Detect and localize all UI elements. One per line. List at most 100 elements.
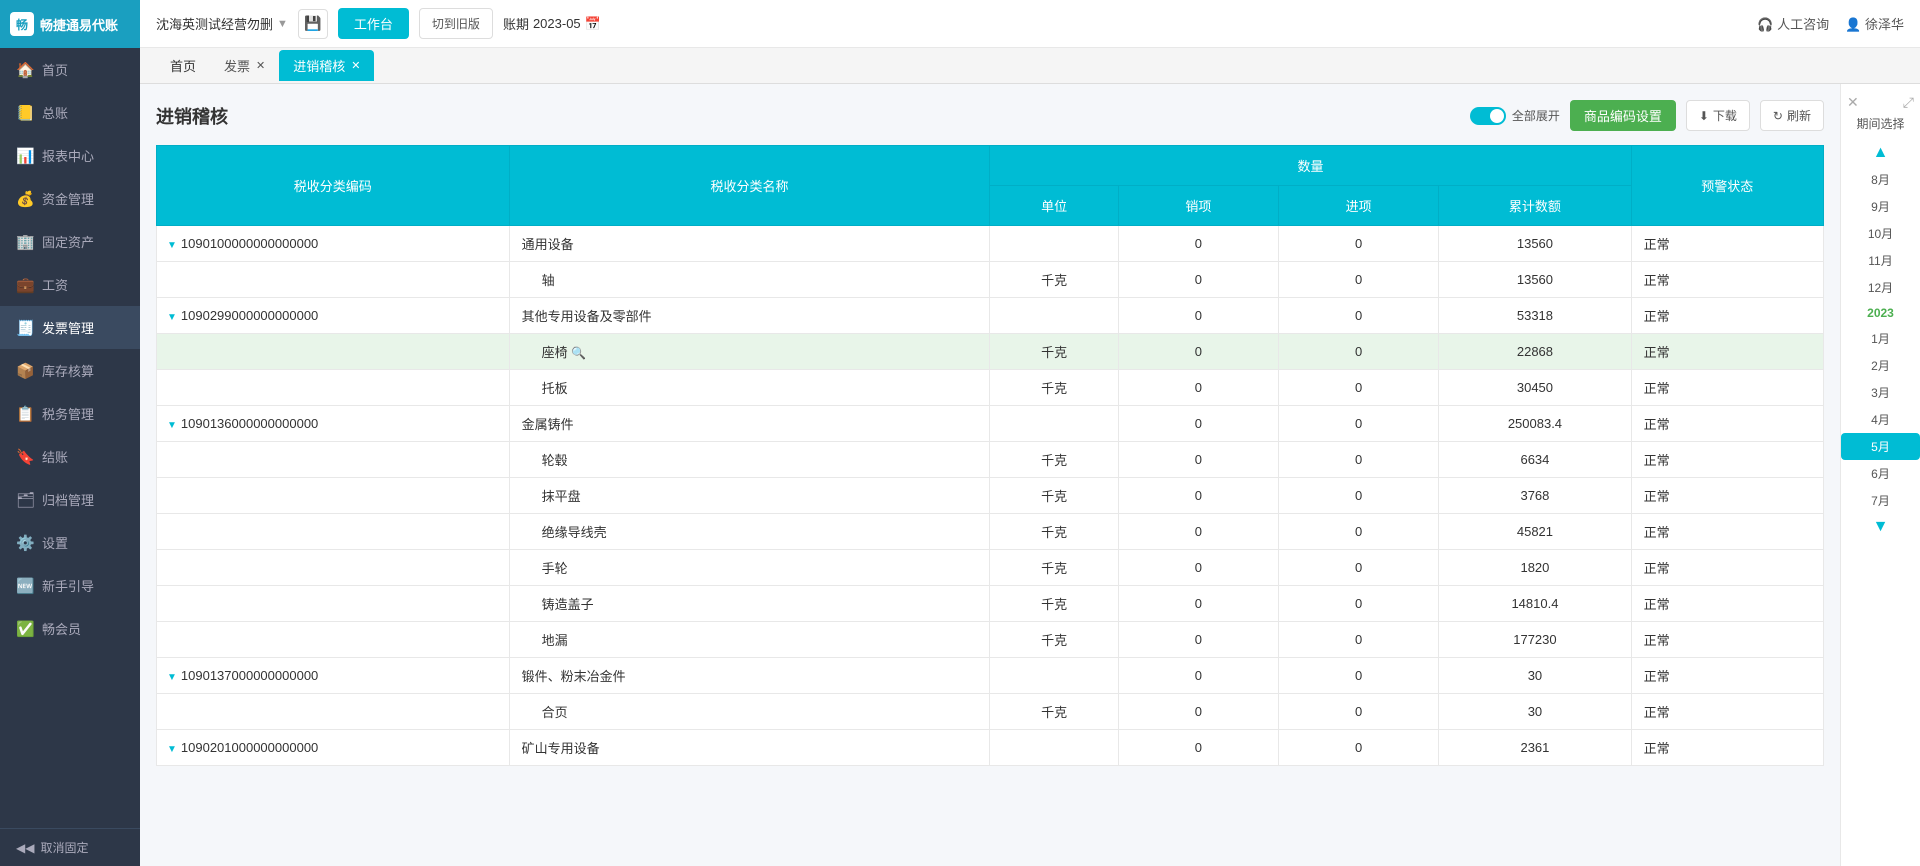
collapse-icon[interactable]: ▼: [167, 744, 177, 755]
col-purchase: 进项: [1278, 186, 1438, 226]
salary-icon: 💼: [16, 276, 34, 294]
sidebar-item-reports[interactable]: 📊 报表中心: [0, 134, 140, 177]
collapse-icon[interactable]: ▼: [167, 672, 177, 683]
cell-unit: 千克: [990, 586, 1118, 622]
support-button[interactable]: 🎧 人工咨询: [1757, 14, 1829, 33]
expand-panel-button[interactable]: ⤢: [1903, 94, 1914, 111]
col-tax-name: 税收分类名称: [509, 146, 990, 226]
period-month-item[interactable]: 10月: [1841, 220, 1920, 247]
cell-warning: 正常: [1631, 442, 1823, 478]
cell-total: 14810.4: [1439, 586, 1631, 622]
sidebar-item-label: 总账: [42, 103, 68, 122]
pin-button[interactable]: ◀◀ 取消固定: [0, 828, 140, 866]
tab-invoice-close-icon[interactable]: ✕: [256, 59, 265, 72]
tab-reconcile-close-icon[interactable]: ✕: [351, 59, 360, 72]
close-panel-button[interactable]: ✕: [1847, 94, 1859, 111]
cell-purchase: 0: [1278, 514, 1438, 550]
cell-unit: 千克: [990, 262, 1118, 298]
sidebar-item-label: 固定资产: [42, 232, 94, 251]
period-month-item[interactable]: 1月: [1841, 325, 1920, 352]
sidebar-item-label: 首页: [42, 60, 68, 79]
cell-tax-name: 抹平盘: [509, 478, 990, 514]
sidebar-item-salary[interactable]: 💼 工资: [0, 263, 140, 306]
table-row: ▼1090100000000000000 通用设备 0 0 13560 正常: [157, 226, 1824, 262]
search-icon[interactable]: 🔍: [571, 346, 586, 360]
sidebar-item-archive[interactable]: 🗂 归档管理: [0, 478, 140, 521]
toggle-all-switch[interactable]: [1470, 107, 1506, 125]
invoice-icon: 🧾: [16, 319, 34, 337]
company-selector[interactable]: 沈海英测试经营勿删 ▼: [156, 14, 288, 33]
period-month-item[interactable]: 5月: [1841, 433, 1920, 460]
tab-reconcile[interactable]: 进销稽核 ✕: [279, 50, 374, 81]
cell-sales: 0: [1118, 298, 1278, 334]
sidebar-item-ledger[interactable]: 📒 总账: [0, 91, 140, 134]
product-code-btn[interactable]: 商品编码设置: [1570, 100, 1676, 131]
sidebar-item-inventory[interactable]: 📦 库存核算: [0, 349, 140, 392]
panel-down-icon[interactable]: ▼: [1869, 514, 1893, 540]
cell-tax-code: [157, 370, 510, 406]
cell-sales: 0: [1118, 226, 1278, 262]
cell-tax-name: 通用设备: [509, 226, 990, 262]
workbench-button[interactable]: 工作台: [338, 8, 409, 39]
toggle-all-label: 全部展开: [1512, 107, 1560, 124]
cell-sales: 0: [1118, 442, 1278, 478]
collapse-icon[interactable]: ▼: [167, 312, 177, 323]
oldver-button[interactable]: 切到旧版: [419, 8, 493, 39]
user-profile[interactable]: 👤 徐泽华: [1845, 14, 1904, 33]
period-month-item[interactable]: 9月: [1841, 193, 1920, 220]
tab-home[interactable]: 首页: [156, 50, 210, 81]
period-month-item[interactable]: 4月: [1841, 406, 1920, 433]
cell-tax-code: ▼1090136000000000000: [157, 406, 510, 442]
cell-total: 53318: [1439, 298, 1631, 334]
sidebar-item-label: 报表中心: [42, 146, 94, 165]
refresh-icon: ↻: [1773, 109, 1783, 123]
download-label: 下载: [1713, 107, 1737, 124]
cell-unit: 千克: [990, 370, 1118, 406]
cell-tax-name: 地漏: [509, 622, 990, 658]
sidebar-item-funds[interactable]: 💰 资金管理: [0, 177, 140, 220]
cell-warning: 正常: [1631, 298, 1823, 334]
sidebar: 畅 畅捷通易代账 🏠 首页 📒 总账 📊 报表中心 💰 资金管理 🏢 固定资产 …: [0, 0, 140, 866]
refresh-btn[interactable]: ↻ 刷新: [1760, 100, 1824, 131]
period-month-item[interactable]: 7月: [1841, 487, 1920, 514]
sidebar-item-guide[interactable]: 🆕 新手引导: [0, 564, 140, 607]
cell-unit: 千克: [990, 622, 1118, 658]
sidebar-item-settings[interactable]: ⚙️ 设置: [0, 521, 140, 564]
cell-tax-code: ▼1090299000000000000: [157, 298, 510, 334]
period-month-item[interactable]: 8月: [1841, 166, 1920, 193]
ledger-icon: 📒: [16, 104, 34, 122]
sidebar-item-label: 工资: [42, 275, 68, 294]
cell-warning: 正常: [1631, 586, 1823, 622]
table-row: 绝缘导线壳 千克 0 0 45821 正常: [157, 514, 1824, 550]
period-month-item[interactable]: 2月: [1841, 352, 1920, 379]
cell-tax-code: ▼1090100000000000000: [157, 226, 510, 262]
sidebar-item-tax[interactable]: 📋 税务管理: [0, 392, 140, 435]
sidebar-item-invoice[interactable]: 🧾 发票管理: [0, 306, 140, 349]
sidebar-item-home[interactable]: 🏠 首页: [0, 48, 140, 91]
sidebar-item-member[interactable]: ✅ 畅会员: [0, 607, 140, 650]
cell-purchase: 0: [1278, 334, 1438, 370]
period-month-item[interactable]: 11月: [1841, 247, 1920, 274]
cell-sales: 0: [1118, 370, 1278, 406]
panel-up-icon[interactable]: ▲: [1869, 140, 1893, 166]
sidebar-item-assets[interactable]: 🏢 固定资产: [0, 220, 140, 263]
period-month-item[interactable]: 12月: [1841, 274, 1920, 301]
calendar-icon[interactable]: 📅: [585, 16, 601, 32]
save-button[interactable]: 💾: [298, 9, 328, 39]
col-unit: 单位: [990, 186, 1118, 226]
table-row: 地漏 千克 0 0 177230 正常: [157, 622, 1824, 658]
toggle-all-container: 全部展开: [1470, 107, 1560, 125]
cell-sales: 0: [1118, 262, 1278, 298]
cell-unit: 千克: [990, 478, 1118, 514]
cell-tax-code: [157, 622, 510, 658]
collapse-icon[interactable]: ▼: [167, 240, 177, 251]
cell-tax-code: [157, 442, 510, 478]
period-month-item[interactable]: 6月: [1841, 460, 1920, 487]
period-month-item[interactable]: 3月: [1841, 379, 1920, 406]
cell-purchase: 0: [1278, 406, 1438, 442]
tab-invoice[interactable]: 发票 ✕: [210, 50, 279, 81]
sidebar-item-settle[interactable]: 🔖 结账: [0, 435, 140, 478]
download-btn[interactable]: ⬇ 下载: [1686, 100, 1750, 131]
collapse-icon[interactable]: ▼: [167, 420, 177, 431]
company-chevron-icon: ▼: [277, 18, 288, 30]
